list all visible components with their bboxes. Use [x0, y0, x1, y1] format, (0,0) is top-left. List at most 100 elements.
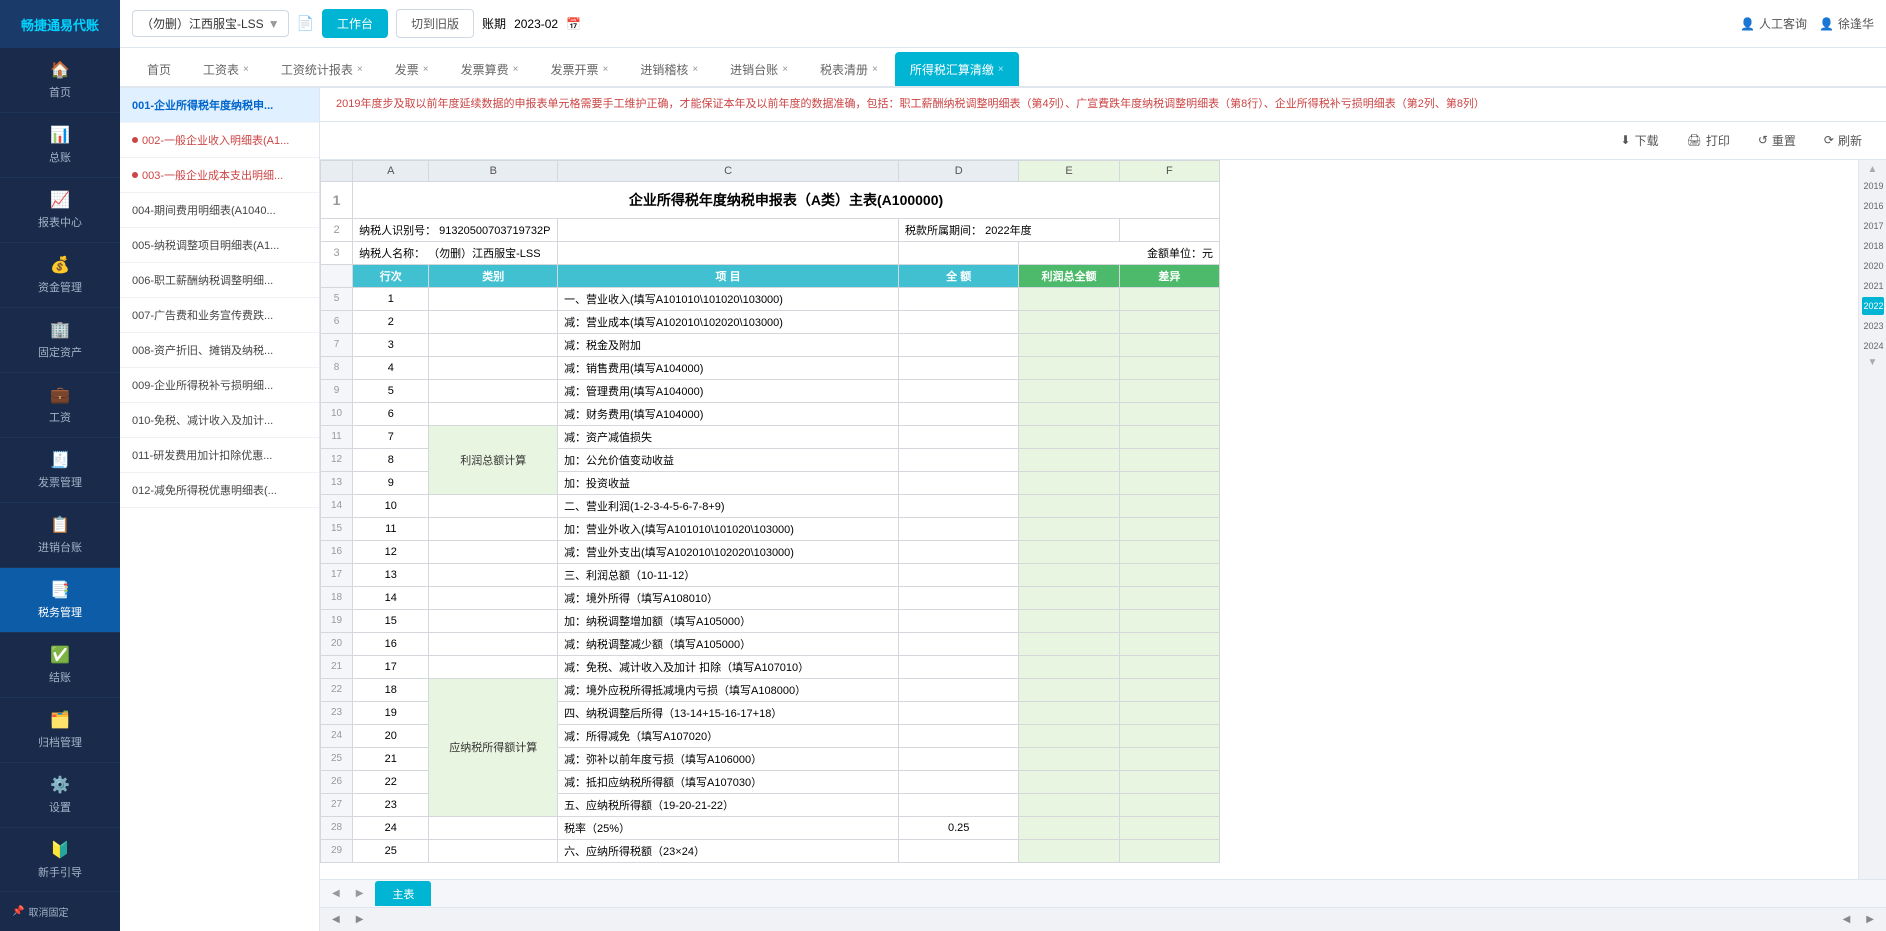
- cell-20-F[interactable]: [1119, 724, 1219, 747]
- cell-17-A[interactable]: 17: [353, 655, 429, 678]
- cell-4-D[interactable]: [899, 356, 1019, 379]
- cell-24-A[interactable]: 24: [353, 816, 429, 839]
- reset-button[interactable]: ↺ 重置: [1750, 128, 1804, 153]
- cell-4-B[interactable]: [429, 356, 558, 379]
- sidebar-item-guide[interactable]: 🔰 新手引导: [0, 828, 120, 891]
- cell-2-F[interactable]: [1119, 310, 1219, 333]
- tab-invoice-calc[interactable]: 发票算费 ×: [446, 52, 534, 86]
- sheet-nav-left[interactable]: ◀: [328, 888, 344, 899]
- cell-14-C[interactable]: 减：境外所得（填写A108010）: [558, 586, 899, 609]
- cell-13-B[interactable]: [429, 563, 558, 586]
- cell-2-D[interactable]: [899, 310, 1019, 333]
- cell-17-B[interactable]: [429, 655, 558, 678]
- cell-2-A[interactable]: 2: [353, 310, 429, 333]
- cell-23-C[interactable]: 五、应纳税所得额（19-20-21-22）: [558, 793, 899, 816]
- cell-4-F[interactable]: [1119, 356, 1219, 379]
- cell-18-E[interactable]: [1019, 678, 1119, 701]
- cell-7-D[interactable]: [899, 425, 1019, 448]
- sidebar-item-home[interactable]: 🏠 首页: [0, 48, 120, 113]
- switch-version-button[interactable]: 切到旧版: [396, 9, 474, 38]
- cell-11-D[interactable]: [899, 517, 1019, 540]
- cell-10-E[interactable]: [1019, 494, 1119, 517]
- cell-17-F[interactable]: [1119, 655, 1219, 678]
- left-panel-item-002[interactable]: 002-一般企业收入明细表(A1...: [120, 123, 319, 158]
- tab-purchase-ledger-close[interactable]: ×: [782, 64, 788, 75]
- cell-11-E[interactable]: [1019, 517, 1119, 540]
- cell-13-D[interactable]: [899, 563, 1019, 586]
- tab-tax-list-close[interactable]: ×: [872, 64, 878, 75]
- cell-9-D[interactable]: [899, 471, 1019, 494]
- sidebar-item-settings[interactable]: ⚙️ 设置: [0, 763, 120, 828]
- cell-6-C[interactable]: 减：财务费用(填写A104000): [558, 402, 899, 425]
- cell-3-E[interactable]: [1019, 333, 1119, 356]
- tab-purchase-ledger[interactable]: 进销台账 ×: [715, 52, 803, 86]
- cell-5-C[interactable]: 减：管理费用(填写A104000): [558, 379, 899, 402]
- cell-18-C[interactable]: 减：境外应税所得抵减境内亏损（填写A108000）: [558, 678, 899, 701]
- cell-4-A[interactable]: 4: [353, 356, 429, 379]
- sidebar-item-closing[interactable]: ✅ 结账: [0, 633, 120, 698]
- cell-17-C[interactable]: 减：免税、减计收入及加计 扣除（填写A107010）: [558, 655, 899, 678]
- cell-19-C[interactable]: 四、纳税调整后所得（13-14+15-16-17+18）: [558, 701, 899, 724]
- company-selector[interactable]: （勿删）江西服宝-LSS ▼: [132, 10, 289, 37]
- cell-8-C[interactable]: 加：公允价值变动收益: [558, 448, 899, 471]
- print-button[interactable]: 🖨 打印: [1679, 128, 1738, 153]
- tab-invoice-calc-close[interactable]: ×: [513, 64, 519, 75]
- copy-icon[interactable]: 📄: [297, 15, 314, 32]
- cell-20-E[interactable]: [1019, 724, 1119, 747]
- scroll-left-btn[interactable]: ◀: [1843, 914, 1851, 925]
- sidebar-item-purchase-sales[interactable]: 📋 进销台账: [0, 503, 120, 568]
- left-panel-item-006[interactable]: 006-职工薪酬纳税调整明细...: [120, 263, 319, 298]
- cell-10-D[interactable]: [899, 494, 1019, 517]
- cell-15-E[interactable]: [1019, 609, 1119, 632]
- timeline-2020[interactable]: 2020: [1862, 257, 1884, 275]
- customer-service-button[interactable]: 👤 人工客询: [1740, 15, 1807, 32]
- user-avatar[interactable]: 👤 徐逢华: [1819, 15, 1874, 32]
- cell-5-F[interactable]: [1119, 379, 1219, 402]
- worktab-button[interactable]: 工作台: [322, 9, 388, 38]
- cell-10-F[interactable]: [1119, 494, 1219, 517]
- cell-8-A[interactable]: 8: [353, 448, 429, 471]
- cell-15-F[interactable]: [1119, 609, 1219, 632]
- scroll-right-btn[interactable]: ▶: [1866, 914, 1874, 925]
- cell-24-B[interactable]: [429, 816, 558, 839]
- cell-10-B[interactable]: [429, 494, 558, 517]
- tab-invoice-close[interactable]: ×: [423, 64, 429, 75]
- sidebar-item-ledger[interactable]: 📊 总账: [0, 113, 120, 178]
- cell-21-F[interactable]: [1119, 747, 1219, 770]
- sheet-nav-right[interactable]: ▶: [352, 888, 368, 899]
- cell-22-E[interactable]: [1019, 770, 1119, 793]
- sidebar-item-funds[interactable]: 💰 资金管理: [0, 243, 120, 308]
- timeline-2017[interactable]: 2017: [1862, 217, 1884, 235]
- calendar-icon[interactable]: 📅: [566, 17, 581, 31]
- cell-12-D[interactable]: [899, 540, 1019, 563]
- cell-17-E[interactable]: [1019, 655, 1119, 678]
- cell-20-D[interactable]: [899, 724, 1019, 747]
- tab-invoice-open[interactable]: 发票开票 ×: [535, 52, 623, 86]
- cell-25-F[interactable]: [1119, 839, 1219, 862]
- cell-1-A[interactable]: 1: [353, 287, 429, 310]
- timeline-2023[interactable]: 2023: [1862, 317, 1884, 335]
- cell-16-F[interactable]: [1119, 632, 1219, 655]
- cell-24-D[interactable]: 0.25: [899, 816, 1019, 839]
- cell-3-D[interactable]: [899, 333, 1019, 356]
- cell-6-D[interactable]: [899, 402, 1019, 425]
- cell-5-E[interactable]: [1019, 379, 1119, 402]
- cell-11-A[interactable]: 11: [353, 517, 429, 540]
- cell-12-F[interactable]: [1119, 540, 1219, 563]
- status-cell-nav-left[interactable]: ◀: [332, 914, 340, 925]
- tab-salary-stats[interactable]: 工资统计报表 ×: [266, 52, 378, 86]
- cell-4-E[interactable]: [1019, 356, 1119, 379]
- left-panel-item-009[interactable]: 009-企业所得税补亏损明细...: [120, 368, 319, 403]
- cell-11-B[interactable]: [429, 517, 558, 540]
- sidebar-item-assets[interactable]: 🏢 固定资产: [0, 308, 120, 373]
- cell-25-D[interactable]: [899, 839, 1019, 862]
- cell-12-A[interactable]: 12: [353, 540, 429, 563]
- cell-23-D[interactable]: [899, 793, 1019, 816]
- cell-4-C[interactable]: 减：销售费用(填写A104000): [558, 356, 899, 379]
- cell-16-B[interactable]: [429, 632, 558, 655]
- cell-15-D[interactable]: [899, 609, 1019, 632]
- sidebar-item-reports[interactable]: 📈 报表中心: [0, 178, 120, 243]
- cell-25-C[interactable]: 六、应纳所得税额（23×24）: [558, 839, 899, 862]
- cell-3-B[interactable]: [429, 333, 558, 356]
- cell-10-A[interactable]: 10: [353, 494, 429, 517]
